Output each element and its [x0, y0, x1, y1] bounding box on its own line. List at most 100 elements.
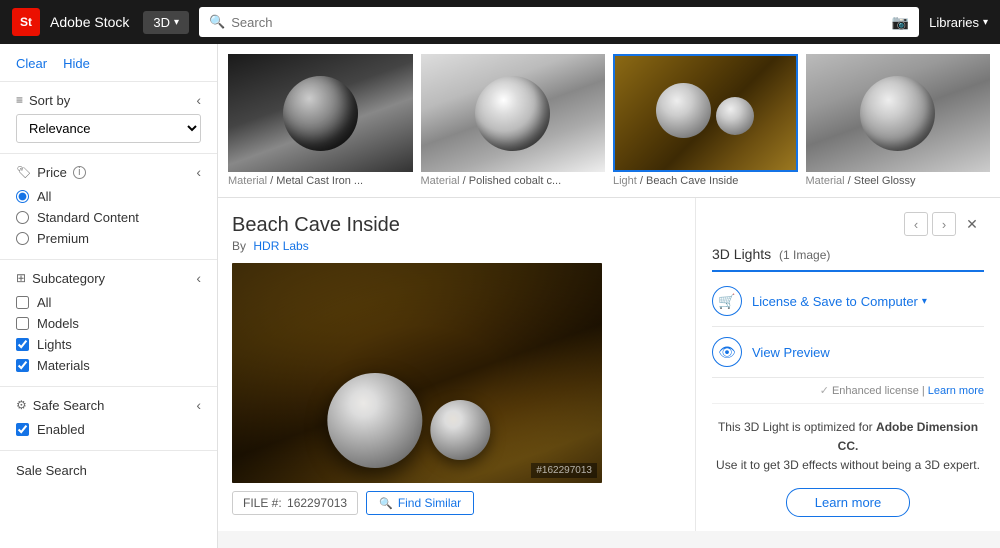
subcategory-options: All Models Lights Materials — [0, 290, 217, 386]
view-preview-row: 👁 View Preview — [712, 327, 984, 378]
eye-icon: 👁 — [712, 337, 742, 367]
search-bar: 🔍 📷 — [199, 7, 919, 37]
header: St Adobe Stock 3D ▾ 🔍 📷 Libraries ▾ — [0, 0, 1000, 44]
description-text-2: Use it to get 3D effects without being a… — [712, 456, 984, 475]
learn-more-link[interactable]: Learn more — [928, 385, 984, 397]
thumb-label: Material / Polished cobalt c... — [421, 175, 606, 187]
price-section: 🏷 Price i ‹ All Standard Content Premium — [0, 154, 217, 260]
prev-button[interactable]: ‹ — [904, 212, 928, 236]
subcat-models[interactable]: Models — [16, 313, 201, 334]
chevron-down-icon: ▾ — [174, 17, 179, 28]
file-row: FILE #: 162297013 🔍 Find Similar — [232, 491, 681, 515]
detail-title: Beach Cave Inside — [232, 214, 681, 237]
detail-author: By HDR Labs — [232, 239, 681, 253]
subcategory-section: ⊞ Subcategory ‹ All Models Lights — [0, 260, 217, 387]
close-button[interactable]: ✕ — [960, 212, 984, 236]
thumb-label: Material / Metal Cast Iron ... — [228, 175, 413, 187]
enhanced-license-row: ✓ Enhanced license | Learn more — [712, 378, 984, 404]
thumb-image — [421, 54, 606, 172]
license-icon: 🛒 — [712, 286, 742, 316]
app-title: Adobe Stock — [50, 14, 129, 30]
lights-heading: 3D Lights (1 Image) — [712, 246, 984, 272]
price-section-title: 🏷 Price i — [16, 165, 86, 180]
detail-nav: ‹ › ✕ — [712, 212, 984, 236]
detail-preview: #162297013 — [232, 263, 602, 483]
sort-collapse-icon: ‹ — [196, 92, 201, 108]
price-section-header[interactable]: 🏷 Price i ‹ — [0, 154, 217, 184]
shield-icon: ✓ — [820, 384, 829, 397]
category-dropdown[interactable]: 3D ▾ — [143, 11, 189, 34]
search-input[interactable] — [231, 15, 885, 30]
thumbnail-item[interactable]: Material / Steel Glossy — [806, 54, 991, 187]
price-icon: 🏷 — [16, 165, 31, 179]
next-button[interactable]: › — [932, 212, 956, 236]
thumbnails-row: Material / Metal Cast Iron ... Material … — [218, 44, 1000, 198]
subcat-lights[interactable]: Lights — [16, 334, 201, 355]
sale-search-label: Sale Search — [16, 463, 87, 478]
close-icon: ✕ — [966, 216, 978, 233]
thumbnail-item[interactable]: Material / Metal Cast Iron ... — [228, 54, 413, 187]
thumb-label: Light / Beach Cave Inside — [613, 175, 798, 187]
sale-search-section: Sale Search — [0, 451, 217, 490]
info-icon: i — [73, 166, 86, 179]
sort-icon: ≡ — [16, 93, 23, 107]
subcategory-title: ⊞ Subcategory — [16, 271, 105, 286]
safe-search-title: ⚙ Safe Search — [16, 398, 104, 413]
chevron-down-icon: ▾ — [983, 17, 988, 28]
adobe-logo: St — [12, 8, 40, 36]
file-number-label: FILE #: 162297013 — [232, 491, 358, 515]
sort-section-header[interactable]: ≡ Sort by ‹ — [0, 82, 217, 114]
learn-more-button[interactable]: Learn more — [786, 488, 910, 517]
safe-search-options: Enabled — [0, 417, 217, 450]
price-options: All Standard Content Premium — [0, 184, 217, 259]
find-similar-icon: 🔍 — [379, 497, 393, 510]
subcategory-collapse-icon: ‹ — [196, 270, 201, 286]
price-collapse-icon: ‹ — [196, 164, 201, 180]
sort-select[interactable]: Relevance Newest Oldest — [16, 114, 201, 143]
libraries-button[interactable]: Libraries ▾ — [929, 15, 988, 30]
sidebar: Clear Hide ≡ Sort by ‹ Relevance Newest … — [0, 44, 218, 548]
sort-section-title: ≡ Sort by — [16, 93, 70, 108]
detail-panel: Beach Cave Inside By HDR Labs — [218, 198, 1000, 531]
author-link[interactable]: HDR Labs — [253, 239, 308, 253]
file-id-badge: #162297013 — [531, 463, 597, 478]
hide-button[interactable]: Hide — [63, 56, 90, 71]
subcategory-icon: ⊞ — [16, 271, 26, 285]
subcat-materials[interactable]: Materials — [16, 355, 201, 376]
sort-select-wrap: Relevance Newest Oldest — [0, 114, 217, 153]
license-row: 🛒 License & Save to Computer ▾ — [712, 274, 984, 327]
find-similar-button[interactable]: 🔍 Find Similar — [366, 491, 474, 515]
detail-left: Beach Cave Inside By HDR Labs — [218, 198, 695, 531]
safe-search-header[interactable]: ⚙ Safe Search ‹ — [0, 387, 217, 417]
license-chevron-icon: ▾ — [922, 296, 927, 307]
chevron-left-icon: ‹ — [914, 217, 918, 232]
description-box: This 3D Light is optimized for Adobe Dim… — [712, 404, 984, 517]
price-all-option[interactable]: All — [16, 186, 201, 207]
clear-button[interactable]: Clear — [16, 56, 47, 71]
thumb-image — [806, 54, 991, 172]
thumb-image — [228, 54, 413, 172]
license-save-button[interactable]: License & Save to Computer ▾ — [752, 294, 927, 309]
sort-section: ≡ Sort by ‹ Relevance Newest Oldest — [0, 82, 217, 154]
description-text: This 3D Light is optimized for Adobe Dim… — [712, 418, 984, 456]
safe-collapse-icon: ‹ — [196, 397, 201, 413]
chevron-right-icon: › — [942, 217, 946, 232]
search-icon: 🔍 — [209, 14, 225, 30]
camera-button[interactable]: 📷 — [892, 14, 909, 31]
thumbnail-item[interactable]: Material / Polished cobalt c... — [421, 54, 606, 187]
safe-enabled[interactable]: Enabled — [16, 419, 201, 440]
price-premium-option[interactable]: Premium — [16, 228, 201, 249]
subcat-all[interactable]: All — [16, 292, 201, 313]
safe-search-section: ⚙ Safe Search ‹ Enabled — [0, 387, 217, 451]
thumbnail-item-active[interactable]: Light / Beach Cave Inside — [613, 54, 798, 187]
thumb-image-active — [613, 54, 798, 172]
main-layout: Clear Hide ≡ Sort by ‹ Relevance Newest … — [0, 44, 1000, 548]
sidebar-actions: Clear Hide — [0, 44, 217, 82]
detail-right: ‹ › ✕ 3D Lights (1 Image) 🛒 — [695, 198, 1000, 531]
price-standard-option[interactable]: Standard Content — [16, 207, 201, 228]
view-preview-button[interactable]: View Preview — [752, 345, 830, 360]
gear-icon: ⚙ — [16, 398, 27, 412]
content-area: Material / Metal Cast Iron ... Material … — [218, 44, 1000, 548]
thumb-label: Material / Steel Glossy — [806, 175, 991, 187]
subcategory-header[interactable]: ⊞ Subcategory ‹ — [0, 260, 217, 290]
